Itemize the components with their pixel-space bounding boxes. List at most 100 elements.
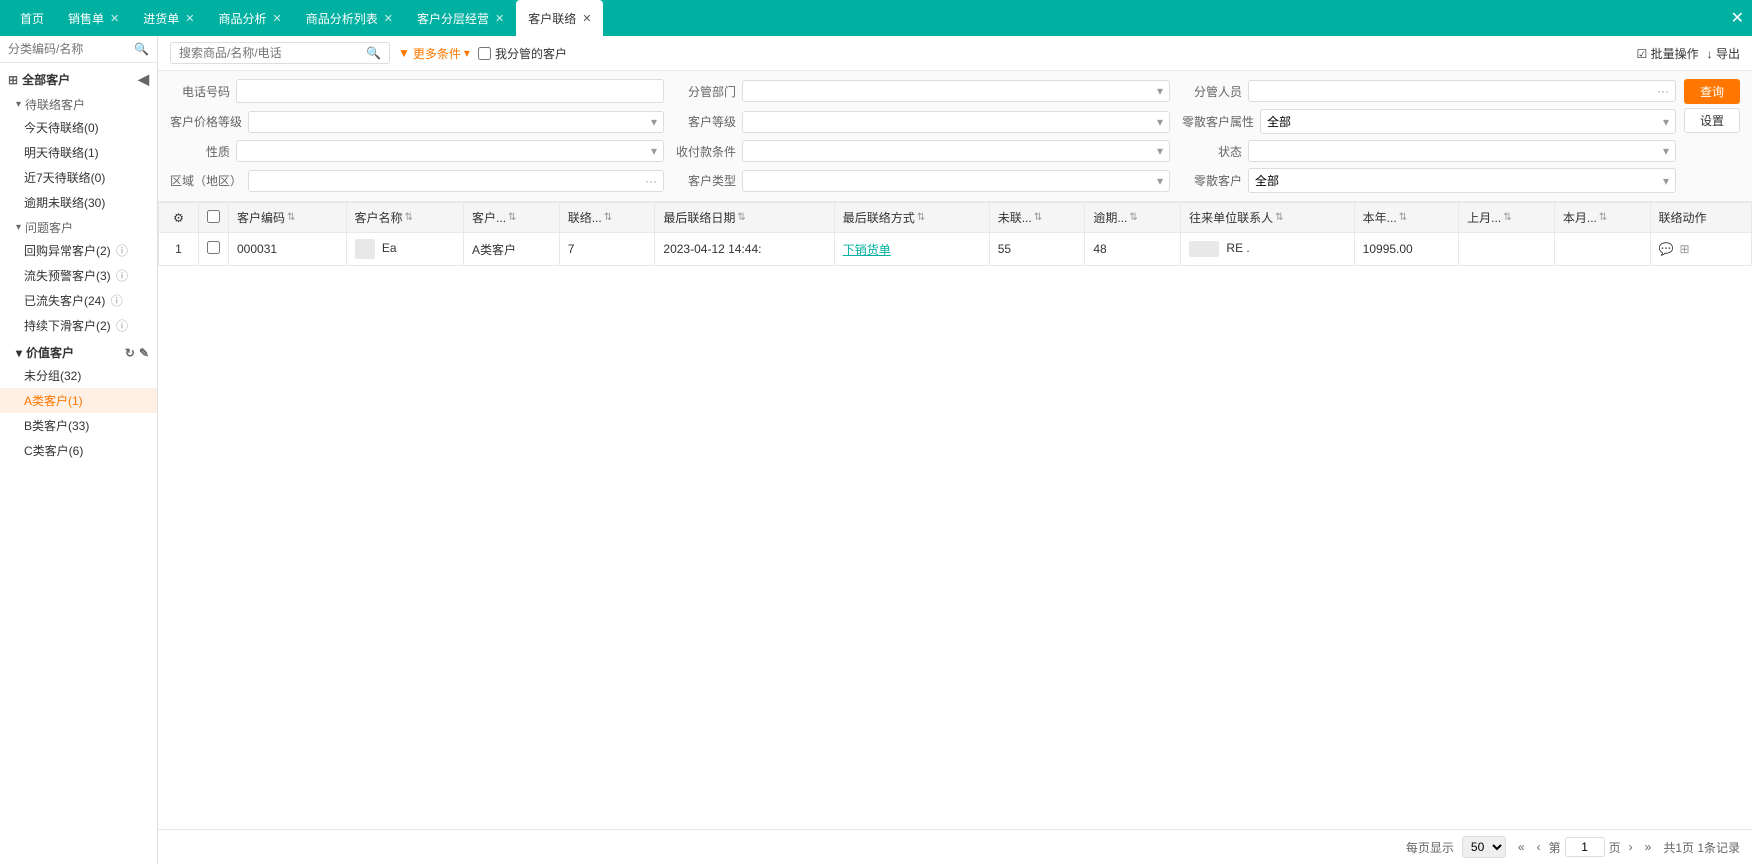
first-page-button[interactable]: « (1514, 838, 1529, 856)
td-last-contact-method[interactable]: 下销货单 (834, 233, 989, 266)
sidebar-item-7days-label: 近7天待联络(0) (24, 171, 105, 185)
sidebar-item-repurchase-label: 回购异常客户(2) (24, 244, 111, 258)
filter-retail-attr-arrow: ▾ (1663, 115, 1669, 129)
nav-tab-sales-close[interactable]: ✕ (110, 12, 119, 25)
sidebar-item-no-group[interactable]: 未分组(32) (0, 363, 157, 388)
last-page-button[interactable]: » (1641, 838, 1656, 856)
nav-close-all-button[interactable]: ✕ (1731, 8, 1744, 28)
sidebar-search-input[interactable] (8, 42, 134, 56)
sidebar-item-declining[interactable]: 持续下滑客户(2) ⓘ (0, 313, 157, 338)
sidebar-all-customers[interactable]: ⊞ 全部客户 ◀ (0, 63, 157, 92)
nav-tab-customer-contact[interactable]: 客户联络 ✕ (516, 0, 603, 36)
th-this-year[interactable]: 本年... ⇅ (1354, 203, 1459, 233)
filter-price-level-arrow: ▾ (651, 115, 657, 129)
filter-retail-customer-select[interactable]: 全部 ▾ (1248, 168, 1676, 193)
query-button[interactable]: 查询 (1684, 79, 1740, 104)
filter-retail-attr-select[interactable]: 全部 ▾ (1260, 109, 1676, 134)
sidebar-item-tomorrow[interactable]: 明天待联络(1) (0, 140, 157, 165)
search-input[interactable] (179, 46, 362, 60)
filter-search-icon[interactable]: 🔍 (366, 46, 381, 60)
sidebar-search-icon[interactable]: 🔍 (134, 42, 149, 56)
th-unit-contact[interactable]: 往来单位联系人 ⇅ (1181, 203, 1355, 233)
td-last-contact-method-link[interactable]: 下销货单 (843, 243, 891, 257)
filter-person-select[interactable]: ··· (1248, 80, 1676, 102)
filter-customer-level-select[interactable]: ▾ (742, 111, 1170, 133)
sidebar-item-b-class[interactable]: B类客户(33) (0, 413, 157, 438)
td-checkbox[interactable] (199, 233, 229, 266)
th-settings[interactable]: ⚙ (159, 203, 199, 233)
th-type[interactable]: 客户... ⇅ (464, 203, 560, 233)
nav-tab-goods-list-close[interactable]: ✕ (384, 12, 393, 25)
th-name[interactable]: 客户名称 ⇅ (346, 203, 464, 233)
filter-phone-input[interactable] (236, 79, 664, 103)
group-pending-contact[interactable]: ▾ 待联络客户 (0, 92, 157, 115)
grid-icon: ⊞ (8, 73, 18, 87)
th-last-month[interactable]: 上月... ⇅ (1459, 203, 1555, 233)
more-filter-arrow: ▾ (464, 46, 470, 60)
nav-tab-goods-analysis[interactable]: 商品分析 ✕ (206, 0, 293, 36)
more-filter-button[interactable]: ▼ 更多条件 ▾ (398, 45, 470, 62)
nav-tab-customer-contact-close[interactable]: ✕ (582, 12, 591, 25)
bulk-action-button[interactable]: ☑ 批量操作 (1637, 45, 1699, 62)
th-checkbox[interactable] (199, 203, 229, 233)
filter-customer-type-arrow: ▾ (1157, 174, 1163, 188)
th-overdue[interactable]: 逾期... ⇅ (1085, 203, 1181, 233)
sidebar-item-7days[interactable]: 近7天待联络(0) (0, 165, 157, 190)
th-this-month[interactable]: 本月... ⇅ (1554, 203, 1650, 233)
qr-action-icon[interactable]: ⊞ (1680, 242, 1690, 256)
filter-price-level-select[interactable]: ▾ (248, 111, 664, 133)
page-end-label: 页 (1609, 839, 1621, 856)
filter-customer-type-select[interactable]: ▾ (742, 170, 1170, 192)
settings-button[interactable]: 设置 (1684, 108, 1740, 133)
sidebar-item-a-class[interactable]: A类客户(1) (0, 388, 157, 413)
th-contact[interactable]: 联络... ⇅ (559, 203, 655, 233)
th-last-contact-method[interactable]: 最后联络方式 ⇅ (834, 203, 989, 233)
nav-tab-purchase-close[interactable]: ✕ (185, 12, 194, 25)
nav-tab-home-label: 首页 (20, 10, 44, 27)
sidebar-item-overdue[interactable]: 逾期未联络(30) (0, 190, 157, 215)
filter-region-select[interactable]: ··· (248, 170, 664, 192)
search-box: 🔍 (170, 42, 390, 64)
sidebar-item-churned[interactable]: 已流失客户(24) ⓘ (0, 288, 157, 313)
nav-tab-goods-list[interactable]: 商品分析列表 ✕ (294, 0, 405, 36)
prev-page-button[interactable]: ‹ (1533, 838, 1545, 856)
sidebar-collapse-icon[interactable]: ◀ (138, 71, 149, 88)
edit-icon[interactable]: ✎ (139, 346, 149, 360)
nav-tab-sales-label: 销售单 (68, 10, 104, 27)
settings-icon[interactable]: ⚙ (173, 211, 184, 225)
page-size-select[interactable]: 50 (1462, 836, 1506, 858)
th-no-contact[interactable]: 未联... ⇅ (989, 203, 1085, 233)
filter-nature-select[interactable]: ▾ (236, 140, 664, 162)
th-code[interactable]: 客户编码 ⇅ (229, 203, 347, 233)
group-value-customers[interactable]: ▾ 价值客户 ↻ ✎ (0, 338, 157, 363)
refresh-icon[interactable]: ↻ (125, 346, 135, 360)
sidebar-item-today[interactable]: 今天待联络(0) (0, 115, 157, 140)
select-all-checkbox[interactable] (207, 210, 220, 223)
table-row: 1 000031 Ea A类客户 7 2023-04-12 14:44: (159, 233, 1752, 266)
sidebar-item-c-class[interactable]: C类客户(6) (0, 438, 157, 463)
sidebar-item-churn-warning[interactable]: 流失预警客户(3) ⓘ (0, 263, 157, 288)
nav-tab-purchase[interactable]: 进货单 ✕ (131, 0, 206, 36)
nav-tab-sales[interactable]: 销售单 ✕ (56, 0, 131, 36)
main-layout: 🔍 ⊞ 全部客户 ◀ ▾ 待联络客户 今天待联络(0) 明天待联络(1) 近7天… (0, 36, 1752, 864)
export-button[interactable]: ↓ 导出 (1707, 45, 1740, 62)
my-customer-checkbox-container[interactable]: 我分管的客户 (478, 45, 567, 62)
export-label: 导出 (1716, 47, 1740, 61)
th-last-contact-date[interactable]: 最后联络日期 ⇅ (655, 203, 834, 233)
group-value-label: 价值客户 (26, 344, 74, 361)
my-customer-checkbox[interactable] (478, 47, 491, 60)
filter-dept-select[interactable]: ▾ (742, 80, 1170, 102)
nav-tab-customer-layer-close[interactable]: ✕ (495, 12, 504, 25)
sort-icon-this-month: ⇅ (1599, 212, 1607, 223)
next-page-button[interactable]: › (1625, 838, 1637, 856)
nav-tab-customer-layer[interactable]: 客户分层经营 ✕ (405, 0, 516, 36)
filter-payment-select[interactable]: ▾ (742, 140, 1170, 162)
nav-tab-goods-analysis-close[interactable]: ✕ (273, 12, 282, 25)
filter-status-select[interactable]: ▾ (1248, 140, 1676, 162)
nav-tab-home[interactable]: 首页 (8, 0, 56, 36)
row-checkbox[interactable] (207, 241, 220, 254)
group-problem-customers[interactable]: ▾ 问题客户 (0, 215, 157, 238)
chat-action-icon[interactable]: 💬 (1659, 242, 1674, 256)
sidebar-item-repurchase-abnormal[interactable]: 回购异常客户(2) ⓘ (0, 238, 157, 263)
page-input[interactable] (1565, 837, 1605, 857)
